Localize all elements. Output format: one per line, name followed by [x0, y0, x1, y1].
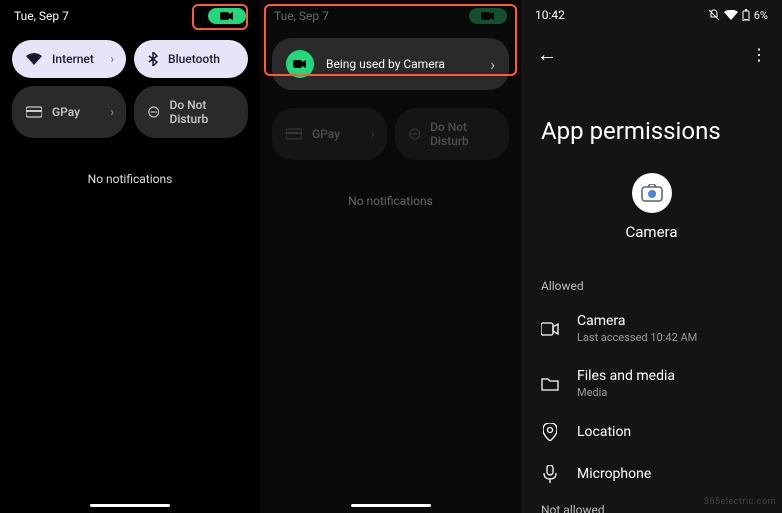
chevron-right-icon: ›	[490, 55, 495, 74]
home-handle[interactable]	[90, 504, 170, 507]
quick-settings-screen-1: Tue, Sep 7 Internet › Bluetooth GPay › D…	[0, 0, 260, 513]
chevron-right-icon: ›	[110, 52, 114, 66]
location-icon	[541, 423, 559, 441]
permission-label: Files and media	[577, 368, 675, 384]
permission-sublabel: Media	[577, 386, 675, 399]
chevron-right-icon: ›	[371, 127, 375, 141]
app-icon	[632, 173, 672, 213]
section-allowed: Allowed	[521, 271, 782, 301]
permission-camera[interactable]: Camera Last accessed 10:42 AM	[521, 301, 782, 356]
page-title: App permissions	[521, 81, 782, 165]
chevron-right-icon: ›	[110, 105, 114, 119]
wifi-icon	[724, 10, 738, 20]
status-bar: Tue, Sep 7	[0, 0, 260, 30]
video-camera-icon	[293, 59, 307, 69]
qs-tile-grid: GPay › Do Not Disturb	[260, 98, 521, 170]
permission-microphone[interactable]: Microphone	[521, 453, 782, 495]
notification-text: Being used by Camera	[326, 57, 478, 71]
app-header: Camera	[521, 173, 782, 241]
tile-label: GPay	[312, 127, 340, 141]
notification-icon-circle	[286, 50, 314, 78]
battery-percent: 6%	[754, 9, 768, 22]
bluetooth-icon	[148, 52, 158, 66]
camera-indicator-pill[interactable]	[469, 8, 507, 24]
status-date: Tue, Sep 7	[274, 9, 329, 23]
permission-location[interactable]: Location	[521, 411, 782, 453]
permission-files[interactable]: Files and media Media	[521, 356, 782, 411]
qs-tile-grid: Internet › Bluetooth GPay › Do Not Distu…	[0, 30, 260, 148]
tile-gpay[interactable]: GPay ›	[12, 86, 126, 138]
back-button[interactable]: ←	[537, 42, 557, 67]
quick-settings-screen-2: Tue, Sep 7 Being used by Camera › GPay ›…	[260, 0, 521, 513]
no-notifications-text: No notifications	[260, 194, 521, 208]
tile-label: Bluetooth	[168, 52, 220, 66]
camera-app-icon	[641, 184, 663, 202]
overflow-menu-button[interactable]: ⋮	[751, 45, 766, 64]
tile-label: Internet	[52, 52, 94, 66]
folder-icon	[541, 377, 559, 391]
tile-dnd[interactable]: Do Not Disturb	[134, 86, 248, 138]
tile-internet[interactable]: Internet ›	[12, 40, 126, 78]
video-camera-icon	[220, 11, 234, 21]
microphone-icon	[541, 465, 559, 483]
app-name: Camera	[521, 223, 782, 241]
bell-off-icon	[708, 9, 720, 21]
permission-label: Camera	[577, 313, 697, 329]
status-date: Tue, Sep 7	[14, 9, 69, 23]
tile-dnd[interactable]: Do Not Disturb	[395, 108, 510, 160]
permission-label: Location	[577, 424, 631, 440]
status-time: 10:42	[535, 8, 565, 22]
no-notifications-text: No notifications	[0, 172, 260, 186]
battery-icon	[742, 9, 750, 21]
wifi-icon	[26, 53, 42, 65]
app-bar: ← ⋮	[521, 28, 782, 81]
camera-icon	[541, 322, 559, 336]
tile-label: GPay	[52, 105, 80, 119]
permission-label: Microphone	[577, 466, 651, 482]
tile-bluetooth[interactable]: Bluetooth	[134, 40, 248, 78]
watermark: 365electric.com	[704, 497, 776, 507]
wallet-icon	[286, 128, 302, 140]
tile-label: Do Not Disturb	[169, 98, 234, 126]
status-bar: Tue, Sep 7	[260, 0, 521, 30]
tile-gpay[interactable]: GPay ›	[272, 108, 387, 160]
camera-indicator-pill[interactable]	[208, 8, 246, 24]
wallet-icon	[26, 106, 42, 118]
status-bar: 10:42 6%	[521, 0, 782, 28]
permission-sublabel: Last accessed 10:42 AM	[577, 331, 697, 344]
dnd-icon	[148, 105, 159, 119]
home-handle[interactable]	[351, 504, 431, 507]
dnd-icon	[409, 127, 421, 141]
video-camera-icon	[481, 11, 495, 21]
camera-usage-notification[interactable]: Being used by Camera ›	[272, 38, 509, 90]
app-permissions-screen: 10:42 6% ← ⋮ App permissions Camera Allo…	[521, 0, 782, 513]
tile-label: Do Not Disturb	[430, 120, 495, 148]
